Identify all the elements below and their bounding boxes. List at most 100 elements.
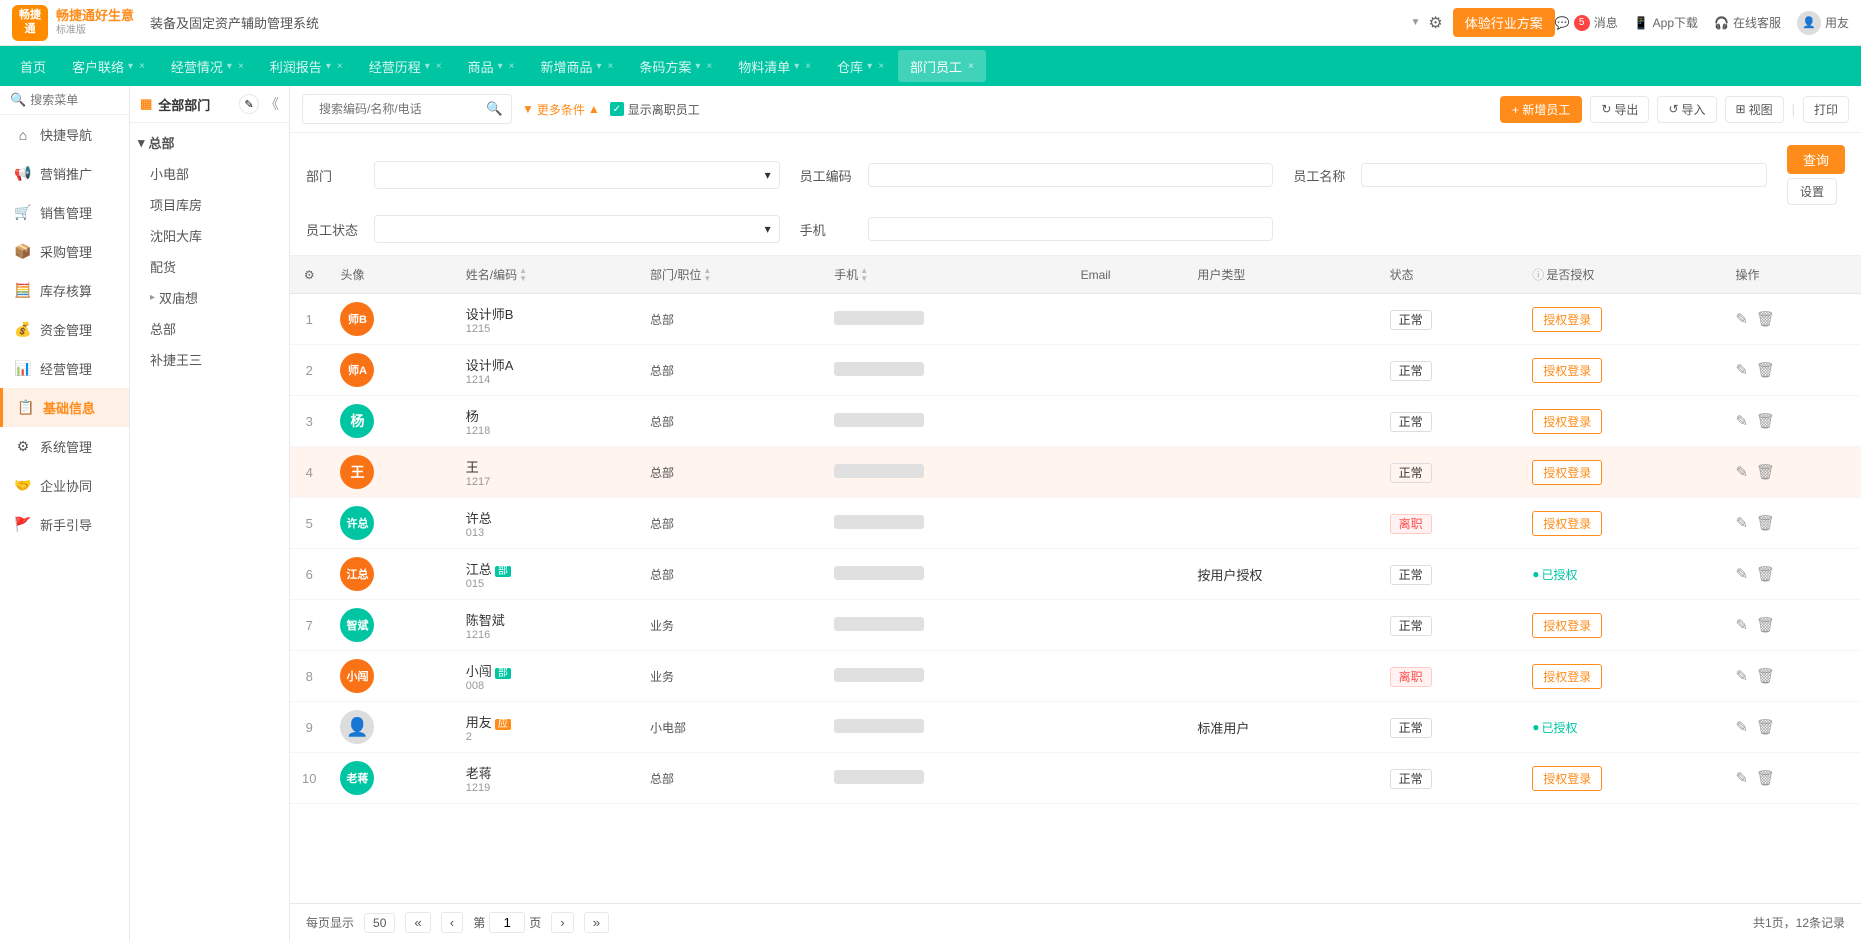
tab-barcode-close[interactable]: ×: [706, 61, 712, 72]
edit-button[interactable]: ✎: [1735, 616, 1748, 634]
view-button[interactable]: ⊞ 视图: [1725, 96, 1784, 123]
tab-barcode[interactable]: 条码方案▾×: [627, 50, 724, 82]
emp-code-input[interactable]: [868, 163, 1274, 187]
col-phone-sort[interactable]: 手机 ▲▼: [834, 266, 868, 283]
tab-operations[interactable]: 经营情况▾×: [159, 50, 256, 82]
col-settings[interactable]: ⚙: [290, 256, 328, 294]
tab-home[interactable]: 首页: [8, 50, 58, 82]
delete-button[interactable]: 🗑: [1756, 667, 1775, 685]
edit-button[interactable]: ✎: [1735, 463, 1748, 481]
app-download-btn[interactable]: 📱 App下载: [1634, 14, 1698, 31]
dept-node-zongbu[interactable]: 总部: [130, 313, 289, 344]
delete-button[interactable]: 🗑: [1756, 616, 1775, 634]
auth-login-button[interactable]: 授权登录: [1532, 664, 1602, 689]
tab-profit[interactable]: 利润报告▾×: [258, 50, 355, 82]
col-dept-sort[interactable]: 部门/职位 ▲▼: [650, 266, 711, 283]
tab-add-goods-close[interactable]: ×: [608, 61, 614, 72]
auth-login-button[interactable]: 授权登录: [1532, 460, 1602, 485]
dept-node-bujie[interactable]: 补捷王三: [130, 344, 289, 375]
online-service-btn[interactable]: 🎧 在线客服: [1714, 14, 1781, 31]
tab-warehouse[interactable]: 仓库▾×: [825, 50, 896, 82]
auth-login-button[interactable]: 授权登录: [1532, 511, 1602, 536]
delete-button[interactable]: 🗑: [1756, 310, 1775, 328]
dept-node-hq[interactable]: ▾ 总部: [130, 127, 289, 158]
tab-bom[interactable]: 物料清单▾×: [726, 50, 823, 82]
print-button[interactable]: 打印: [1803, 96, 1849, 123]
settings-button[interactable]: ⚙: [1428, 13, 1442, 33]
tab-add-goods[interactable]: 新增商品▾×: [528, 50, 625, 82]
dept-node-xiangmu[interactable]: 项目库房: [130, 189, 289, 220]
left-nav-search-input[interactable]: [30, 93, 110, 107]
dept-edit-button[interactable]: ✎: [239, 94, 259, 114]
nav-item-purchase[interactable]: 📦 采购管理: [0, 232, 129, 271]
dept-node-shuangmeng[interactable]: ▸ 双庙想: [130, 282, 289, 313]
tab-goods-close[interactable]: ×: [509, 61, 515, 72]
search-button[interactable]: 🔍: [486, 101, 503, 117]
nav-item-basic[interactable]: 📋 基础信息: [0, 388, 129, 427]
show-resigned-toggle[interactable]: ✓ 显示离职员工: [610, 101, 700, 118]
tab-history[interactable]: 经营历程▾×: [357, 50, 454, 82]
nav-item-operations[interactable]: 📊 经营管理: [0, 349, 129, 388]
delete-button[interactable]: 🗑: [1756, 412, 1775, 430]
nav-item-quick[interactable]: ⌂ 快捷导航: [0, 115, 129, 154]
col-dept[interactable]: 部门/职位 ▲▼: [638, 256, 822, 294]
col-name-sort[interactable]: 姓名/编码 ▲▼: [466, 266, 527, 283]
import-button[interactable]: ↺ 导入: [1657, 96, 1716, 123]
query-button[interactable]: 查询: [1787, 145, 1845, 174]
emp-name-input[interactable]: [1361, 163, 1767, 187]
edit-button[interactable]: ✎: [1735, 769, 1748, 787]
nav-item-collab[interactable]: 🤝 企业协同: [0, 466, 129, 505]
delete-button[interactable]: 🗑: [1756, 565, 1775, 583]
first-page-button[interactable]: «: [405, 912, 430, 933]
next-page-button[interactable]: ›: [551, 912, 573, 933]
user-btn[interactable]: 👤 用友: [1797, 11, 1849, 35]
auth-login-button[interactable]: 授权登录: [1532, 307, 1602, 332]
message-btn[interactable]: 💬 5 消息: [1555, 14, 1618, 31]
reset-button[interactable]: 设置: [1787, 178, 1837, 205]
nav-item-marketing[interactable]: 📢 营销推广: [0, 154, 129, 193]
page-size-value[interactable]: 50: [364, 913, 395, 933]
last-page-button[interactable]: »: [584, 912, 609, 933]
nav-item-finance[interactable]: 💰 资金管理: [0, 310, 129, 349]
export-button[interactable]: ↻ 导出: [1590, 96, 1649, 123]
delete-button[interactable]: 🗑: [1756, 769, 1775, 787]
nav-item-system[interactable]: ⚙ 系统管理: [0, 427, 129, 466]
tab-dept-staff[interactable]: 部门员工×: [898, 50, 986, 82]
delete-button[interactable]: 🗑: [1756, 514, 1775, 532]
auth-login-button[interactable]: 授权登录: [1532, 409, 1602, 434]
tab-customer[interactable]: 客户联络▾×: [60, 50, 157, 82]
auth-login-button[interactable]: 授权登录: [1532, 766, 1602, 791]
emp-status-select[interactable]: ▾: [374, 215, 780, 243]
auth-login-button[interactable]: 授权登录: [1532, 613, 1602, 638]
dept-select[interactable]: ▾: [374, 161, 780, 189]
delete-button[interactable]: 🗑: [1756, 718, 1775, 736]
trial-btn[interactable]: 体验行业方案: [1453, 8, 1555, 37]
edit-button[interactable]: ✎: [1735, 718, 1748, 736]
nav-item-sales[interactable]: 🛒 销售管理: [0, 193, 129, 232]
dept-node-shenyang[interactable]: 沈阳大库: [130, 220, 289, 251]
tab-dept-staff-close[interactable]: ×: [968, 61, 974, 72]
nav-item-guide[interactable]: 🚩 新手引导: [0, 505, 129, 544]
page-number-input[interactable]: [489, 912, 525, 933]
tab-operations-close[interactable]: ×: [238, 61, 244, 72]
tab-profit-close[interactable]: ×: [337, 61, 343, 72]
tab-bom-close[interactable]: ×: [805, 61, 811, 72]
tab-history-close[interactable]: ×: [436, 61, 442, 72]
delete-button[interactable]: 🗑: [1756, 463, 1775, 481]
nav-item-inventory[interactable]: 🧮 库存核算: [0, 271, 129, 310]
edit-button[interactable]: ✎: [1735, 361, 1748, 379]
search-input[interactable]: [311, 98, 486, 120]
edit-button[interactable]: ✎: [1735, 514, 1748, 532]
auth-login-button[interactable]: 授权登录: [1532, 358, 1602, 383]
prev-page-button[interactable]: ‹: [441, 912, 463, 933]
col-name[interactable]: 姓名/编码 ▲▼: [454, 256, 638, 294]
dept-node-xiaodian[interactable]: 小电部: [130, 158, 289, 189]
delete-button[interactable]: 🗑: [1756, 361, 1775, 379]
edit-button[interactable]: ✎: [1735, 667, 1748, 685]
add-employee-button[interactable]: + 新增员工: [1500, 96, 1582, 123]
more-filter-btn[interactable]: ▼ 更多条件 ▲: [522, 101, 600, 118]
col-phone[interactable]: 手机 ▲▼: [822, 256, 1068, 294]
sys-dropdown-arrow[interactable]: ▼: [1410, 17, 1420, 28]
edit-button[interactable]: ✎: [1735, 412, 1748, 430]
dept-collapse-button[interactable]: 《: [265, 94, 279, 114]
